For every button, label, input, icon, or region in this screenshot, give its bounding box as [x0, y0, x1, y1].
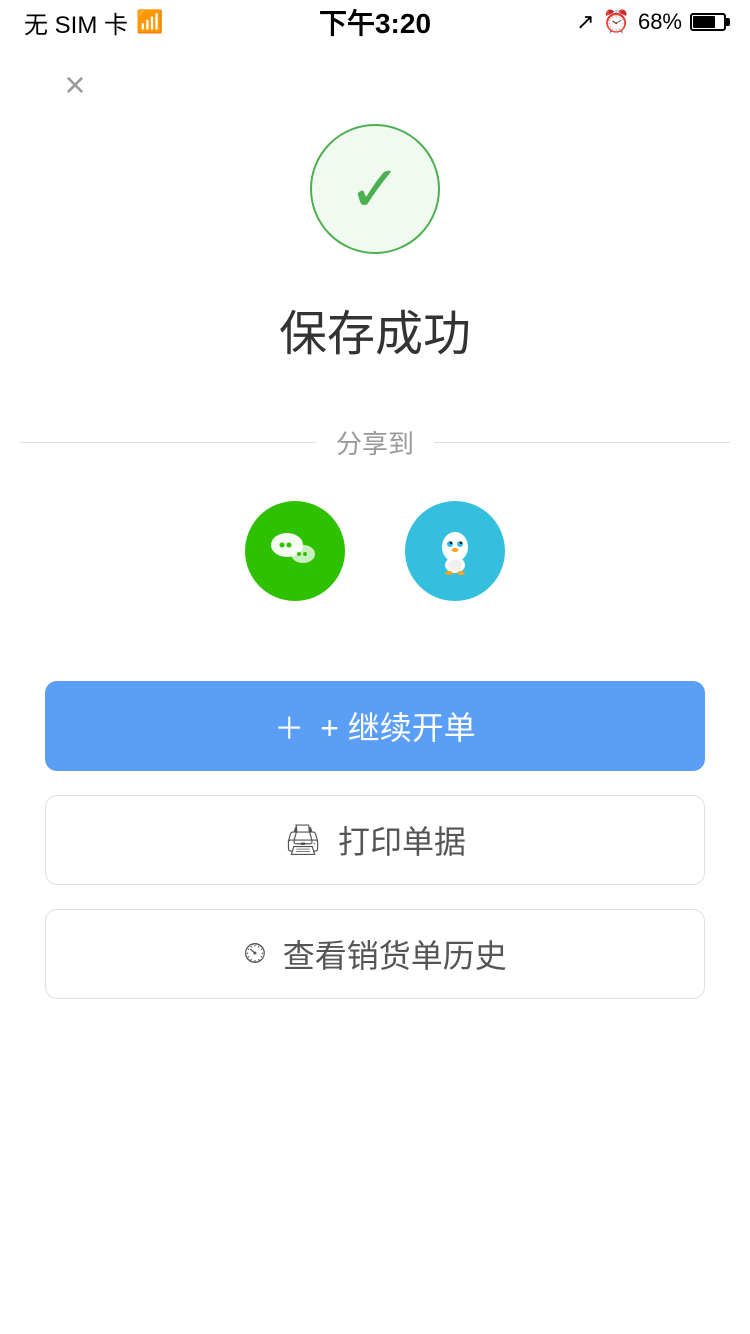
- share-divider: 分享到: [0, 424, 750, 461]
- continue-order-label: + 继续开单: [320, 703, 476, 749]
- wifi-icon: 📶: [136, 9, 163, 35]
- share-section: 分享到: [0, 424, 750, 601]
- sim-status: 无 SIM 卡: [24, 5, 128, 40]
- success-circle: ✓: [310, 124, 440, 254]
- close-icon: ×: [64, 67, 85, 103]
- print-label: 打印单据: [338, 817, 466, 863]
- qq-share-button[interactable]: [405, 501, 505, 601]
- divider-line-left: [20, 442, 316, 443]
- divider-line-right: [434, 442, 730, 443]
- status-time: 下午3:20: [319, 2, 431, 42]
- history-button[interactable]: ⏲ 查看销货单历史: [45, 909, 705, 999]
- print-button[interactable]: 🖨 打印单据: [45, 795, 705, 885]
- status-bar: 无 SIM 卡 📶 下午3:20 ↗ ⏰ 68%: [0, 0, 750, 44]
- wechat-icon: [265, 521, 325, 581]
- location-icon: ↗: [576, 9, 594, 35]
- continue-order-button[interactable]: ＋ + 继续开单: [45, 681, 705, 771]
- print-icon: 🖨: [284, 823, 322, 858]
- success-title: 保存成功: [279, 294, 471, 364]
- action-buttons: ＋ + 继续开单 🖨 打印单据 ⏲ 查看销货单历史: [45, 681, 705, 999]
- share-label: 分享到: [336, 424, 414, 461]
- battery-icon: [690, 13, 726, 31]
- wechat-share-button[interactable]: [245, 501, 345, 601]
- status-left: 无 SIM 卡 📶: [24, 5, 163, 40]
- battery-percent: 68%: [638, 9, 682, 35]
- checkmark-icon: ✓: [348, 157, 402, 221]
- plus-icon: ＋: [274, 704, 304, 748]
- close-button[interactable]: ×: [50, 60, 100, 110]
- status-right: ↗ ⏰ 68%: [576, 9, 726, 35]
- alarm-icon: ⏰: [603, 9, 630, 35]
- main-content: ✓ 保存成功 分享到: [0, 44, 750, 999]
- history-label: 查看销货单历史: [283, 931, 507, 977]
- qq-icon: [425, 521, 485, 581]
- share-icons: [245, 501, 505, 601]
- clock-icon: ⏲: [243, 937, 266, 971]
